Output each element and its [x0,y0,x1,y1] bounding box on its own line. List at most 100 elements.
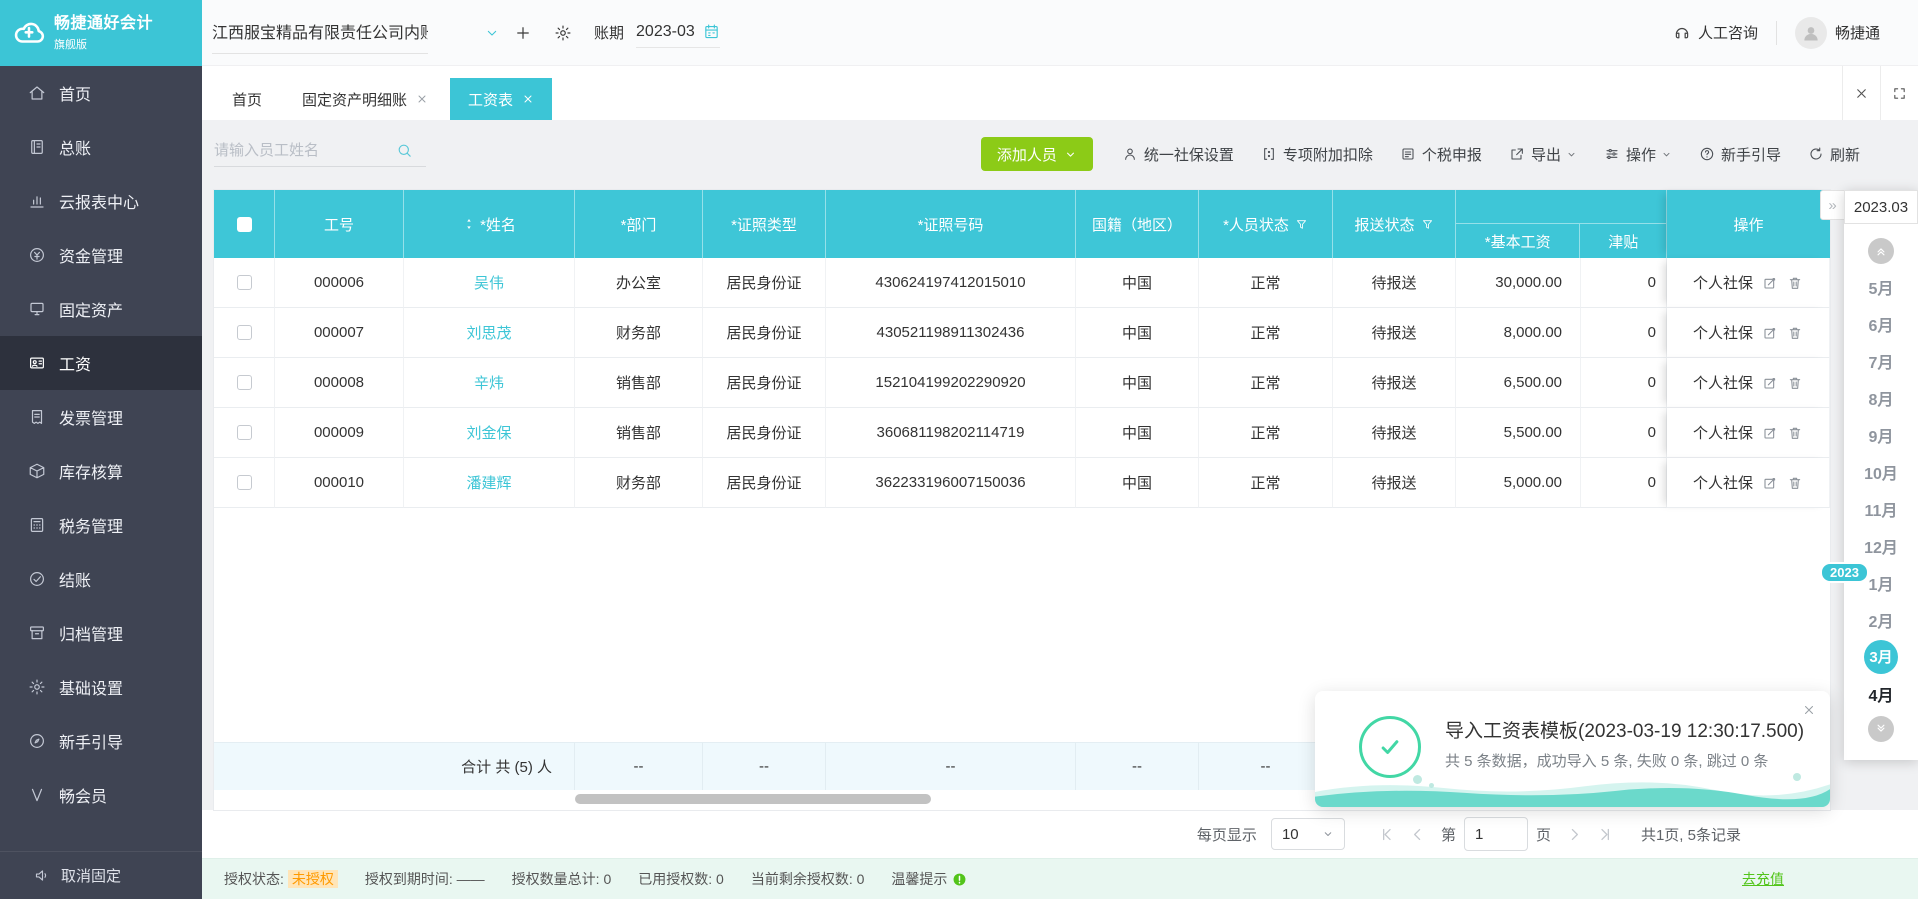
row-checkbox[interactable] [236,375,252,390]
chevron-down-icon[interactable] [484,25,500,41]
add-account-icon[interactable] [514,24,532,42]
month-item-12月[interactable]: 12月 [1844,527,1918,564]
toolbar-action-deduction[interactable]: 专项附加扣除 [1261,144,1373,165]
sidebar-item-asset[interactable]: 固定资产 [0,282,202,336]
toolbar-action-question[interactable]: 新手引导 [1699,144,1781,165]
tabs: 首页 固定资产明细账 工资表 [214,78,556,120]
edit-icon[interactable] [1762,375,1778,391]
trash-icon[interactable] [1787,325,1803,341]
edit-icon[interactable] [1762,275,1778,291]
cell-name-link[interactable]: 潘建辉 [404,458,575,508]
personal-insurance-link[interactable]: 个人社保 [1693,272,1753,293]
fullscreen-button[interactable] [1880,66,1918,120]
month-item-7月[interactable]: 7月 [1844,342,1918,379]
edit-icon[interactable] [1762,425,1778,441]
first-page-icon[interactable] [1378,826,1395,843]
filter-icon[interactable] [1295,218,1308,231]
toast-close-icon[interactable] [1802,703,1816,717]
last-page-icon[interactable] [1597,826,1614,843]
edit-icon[interactable] [1762,325,1778,341]
edit-icon[interactable] [1762,475,1778,491]
username[interactable]: 畅捷通 [1835,22,1880,43]
page-number-input[interactable] [1463,817,1528,851]
next-page-icon[interactable] [1566,826,1583,843]
scroll-up-button[interactable] [1868,238,1894,264]
tab-close-icon[interactable] [416,93,428,105]
toolbar-action-taxfile[interactable]: 个税申报 [1400,144,1482,165]
company-selector[interactable]: 江西服宝精品有限责任公司内账张 [212,19,428,54]
month-item-9月[interactable]: 9月 [1844,416,1918,453]
help-button[interactable]: 人工咨询 [1673,22,1758,43]
tab-2[interactable]: 工资表 [450,78,553,120]
close-all-tabs-button[interactable] [1842,66,1880,120]
month-label: 10月 [1864,465,1898,483]
sidebar-item-inventory[interactable]: 库存核算 [0,444,202,498]
row-checkbox[interactable] [236,475,252,490]
cell-id: 000009 [275,408,404,458]
sidebar-item-member[interactable]: 畅会员 [0,768,202,822]
recharge-link[interactable]: 去充值 [1742,869,1784,889]
month-item-3月[interactable]: 3月 [1844,638,1918,675]
cell-name-link[interactable]: 刘思茂 [404,308,575,358]
month-item-6月[interactable]: 6月 [1844,305,1918,342]
personal-insurance-link[interactable]: 个人社保 [1693,422,1753,443]
column-header-name[interactable]: *姓名 [404,190,575,258]
month-item-10月[interactable]: 10月 [1844,453,1918,490]
toolbar-action-ops[interactable]: 操作 [1604,144,1672,165]
calendar-icon[interactable] [703,23,720,40]
sidebar-item-archive[interactable]: 归档管理 [0,606,202,660]
prev-page-icon[interactable] [1409,826,1426,843]
sidebar-item-settings[interactable]: 基础设置 [0,660,202,714]
scrollbar-thumb[interactable] [575,794,931,804]
period-value[interactable]: 2023-03 [636,23,720,48]
sidebar-item-label: 基础设置 [59,681,124,698]
personal-insurance-link[interactable]: 个人社保 [1693,372,1753,393]
cell-name-link[interactable]: 辛炜 [404,358,575,408]
sidebar-item-fund[interactable]: 资金管理 [0,228,202,282]
month-item-4月[interactable]: 4月 [1844,675,1918,712]
tab-0[interactable]: 首页 [214,78,280,120]
search-input[interactable] [214,141,396,159]
sidebar-item-tax[interactable]: 税务管理 [0,498,202,552]
filter-icon[interactable] [1421,218,1434,231]
search-icon[interactable] [396,142,413,159]
sidebar-item-guide[interactable]: 新手引导 [0,714,202,768]
personal-insurance-link[interactable]: 个人社保 [1693,472,1753,493]
trash-icon[interactable] [1787,475,1803,491]
gear-icon[interactable] [554,24,572,42]
toolbar-action-refresh[interactable]: 刷新 [1808,144,1860,165]
unpin-sidebar-button[interactable]: 取消固定 [0,851,202,899]
cell-name-link[interactable]: 吴伟 [404,258,575,308]
tab-close-icon[interactable] [522,93,534,105]
personal-insurance-link[interactable]: 个人社保 [1693,322,1753,343]
row-checkbox[interactable] [236,275,252,290]
month-item-11月[interactable]: 11月 [1844,490,1918,527]
select-all-checkbox[interactable] [236,216,252,232]
month-item-5月[interactable]: 5月 [1844,268,1918,305]
sidebar-item-salary[interactable]: 工资 [0,336,202,390]
sidebar-item-report[interactable]: 云报表中心 [0,174,202,228]
row-checkbox[interactable] [236,325,252,340]
cell-name-link[interactable]: 刘金保 [404,408,575,458]
collapse-panel-button[interactable]: » [1820,190,1845,220]
add-person-button[interactable]: 添加人员 [980,137,1093,171]
row-checkbox[interactable] [236,425,252,440]
info-icon[interactable] [952,872,967,887]
sidebar-item-home[interactable]: 首页 [0,66,202,120]
date-panel-header[interactable]: 2023.03 [1844,190,1918,224]
tab-1[interactable]: 固定资产明细账 [284,78,446,120]
toolbar-action-person[interactable]: 统一社保设置 [1122,144,1234,165]
avatar[interactable] [1794,16,1827,49]
trash-icon[interactable] [1787,375,1803,391]
sidebar-item-settle[interactable]: 结账 [0,552,202,606]
per-page-select[interactable]: 10 [1270,818,1345,850]
month-item-2月[interactable]: 2月 [1844,601,1918,638]
column-header-check[interactable] [214,190,275,258]
toolbar-action-export[interactable]: 导出 [1509,144,1577,165]
trash-icon[interactable] [1787,425,1803,441]
sidebar-item-ledger[interactable]: 总账 [0,120,202,174]
sidebar-item-invoice[interactable]: 发票管理 [0,390,202,444]
scroll-down-button[interactable] [1868,716,1894,742]
month-item-8月[interactable]: 8月 [1844,379,1918,416]
trash-icon[interactable] [1787,275,1803,291]
